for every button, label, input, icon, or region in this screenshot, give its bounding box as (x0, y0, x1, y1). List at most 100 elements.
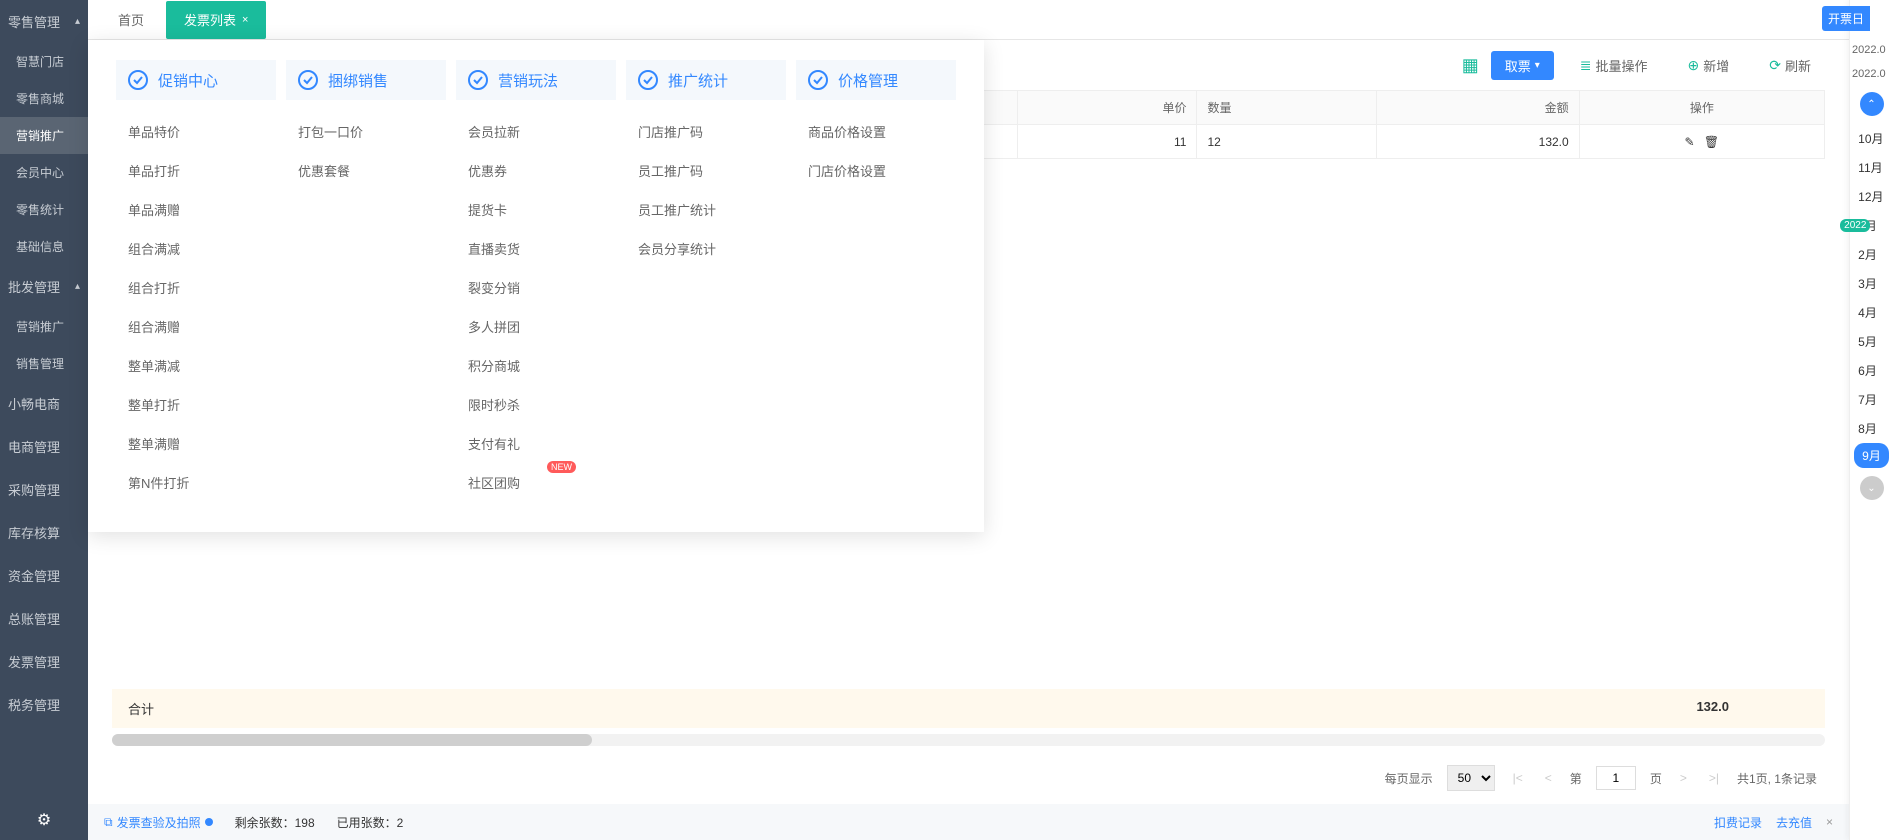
chevron-icon: ▴ (75, 16, 80, 27)
sidebar-group-label: 税务管理 (8, 695, 60, 714)
mega-heading: 价格管理 (796, 60, 956, 100)
deduct-link[interactable]: 扣费记录 (1714, 814, 1762, 831)
mega-item[interactable]: 员工推广统计 (626, 190, 786, 229)
mega-item[interactable]: 商品价格设置 (796, 112, 956, 151)
mega-item[interactable]: 社区团购NEW (456, 463, 616, 502)
mega-item[interactable]: 支付有礼 (456, 424, 616, 463)
sidebar-group[interactable]: 发票管理 (0, 640, 88, 683)
mega-item[interactable]: 打包一口价 (286, 112, 446, 151)
sidebar-group[interactable]: 批发管理▴ (0, 265, 88, 308)
scroll-down-icon[interactable]: ⌄ (1860, 476, 1884, 500)
mega-column: 捆绑销售打包一口价优惠套餐 (286, 60, 446, 502)
mega-item[interactable]: 会员分享统计 (626, 229, 786, 268)
fetch-button[interactable]: 取票 ▾ (1491, 51, 1554, 80)
sidebar-group[interactable]: 库存核算 (0, 511, 88, 554)
mega-item[interactable]: 整单满减 (116, 346, 276, 385)
sidebar-item[interactable]: 销售管理 (0, 345, 88, 382)
mega-item[interactable]: 会员拉新 (456, 112, 616, 151)
mega-column: 推广统计门店推广码员工推广码员工推广统计会员分享统计 (626, 60, 786, 502)
month-item[interactable]: 7月 (1854, 385, 1889, 414)
sidebar-group-label: 总账管理 (8, 609, 60, 628)
refresh-button[interactable]: ⟳ 刷新 (1755, 51, 1825, 80)
close-icon[interactable]: × (242, 14, 248, 26)
sidebar-group-label: 批发管理 (8, 277, 60, 296)
month-item[interactable]: 9月 (1854, 443, 1889, 468)
cell-actions: ✎ 🗑 (1579, 125, 1824, 159)
sidebar-group[interactable]: 零售管理 ▴ (0, 0, 88, 43)
gear-icon[interactable]: ⚙ (37, 812, 51, 829)
sidebar-group[interactable]: 税务管理 (0, 683, 88, 726)
mega-item[interactable]: 组合满赠 (116, 307, 276, 346)
mega-heading: 捆绑销售 (286, 60, 446, 100)
sidebar-item[interactable]: 营销推广 (0, 117, 88, 154)
invoice-check-link[interactable]: ⧉ 发票查验及拍照 (104, 814, 213, 831)
mega-item[interactable]: 组合打折 (116, 268, 276, 307)
month-item[interactable]: 4月 (1854, 298, 1889, 327)
month-item[interactable]: 6月 (1854, 356, 1889, 385)
delete-icon[interactable]: 🗑 (1704, 135, 1719, 149)
rail-date[interactable]: 2022.0 (1850, 40, 1893, 60)
mega-item[interactable]: 单品特价 (116, 112, 276, 151)
total-row: 合计 132.0 (112, 689, 1825, 728)
prev-page-icon[interactable]: < (1541, 771, 1556, 785)
mega-item[interactable]: 优惠套餐 (286, 151, 446, 190)
mega-item[interactable]: 积分商城 (456, 346, 616, 385)
sidebar-group-label: 零售管理 (8, 12, 60, 31)
sidebar: 零售管理▴智慧门店零售商城营销推广会员中心零售统计基础信息批发管理▴营销推广销售… (0, 0, 88, 840)
last-page-icon[interactable]: >| (1705, 771, 1723, 785)
mega-item[interactable]: 多人拼团 (456, 307, 616, 346)
refresh-icon: ⟳ (1769, 57, 1781, 74)
month-item[interactable]: 8月 (1854, 414, 1889, 443)
mega-item[interactable]: 组合满减 (116, 229, 276, 268)
mega-item[interactable]: 整单满赠 (116, 424, 276, 463)
edit-icon[interactable]: ✎ (1685, 135, 1695, 149)
mega-item[interactable]: 第N件打折 (116, 463, 276, 502)
sidebar-item[interactable]: 会员中心 (0, 154, 88, 191)
rail-date[interactable]: 2022.0 (1850, 64, 1893, 84)
sidebar-item[interactable]: 营销推广 (0, 308, 88, 345)
sidebar-group[interactable]: 总账管理 (0, 597, 88, 640)
sidebar-item[interactable]: 零售统计 (0, 191, 88, 228)
page-input[interactable] (1596, 766, 1636, 790)
recharge-link[interactable]: 去充值 (1776, 814, 1812, 831)
mega-item[interactable]: 优惠券 (456, 151, 616, 190)
new-badge: NEW (547, 461, 576, 473)
mega-item[interactable]: 单品打折 (116, 151, 276, 190)
month-item[interactable]: 3月 (1854, 269, 1889, 298)
mega-item[interactable]: 限时秒杀 (456, 385, 616, 424)
first-page-icon[interactable]: |< (1509, 771, 1527, 785)
mega-item[interactable]: 裂变分销 (456, 268, 616, 307)
mega-heading: 促销中心 (116, 60, 276, 100)
horizontal-scrollbar[interactable] (112, 734, 1825, 746)
close-icon[interactable]: × (1826, 815, 1833, 829)
month-item[interactable]: 11月 (1854, 153, 1889, 182)
mega-item[interactable]: 门店价格设置 (796, 151, 956, 190)
mega-item[interactable]: 员工推广码 (626, 151, 786, 190)
mega-item[interactable]: 单品满赠 (116, 190, 276, 229)
tab-invoice-list[interactable]: 发票列表 × (166, 1, 266, 39)
mega-item[interactable]: 提货卡 (456, 190, 616, 229)
sidebar-item[interactable]: 基础信息 (0, 228, 88, 265)
mega-item[interactable]: 门店推广码 (626, 112, 786, 151)
month-item[interactable]: 2月 (1854, 240, 1889, 269)
qr-icon[interactable]: ▦ (1462, 55, 1479, 76)
sidebar-group[interactable]: 资金管理 (0, 554, 88, 597)
sidebar-group[interactable]: 小畅电商 (0, 382, 88, 425)
tab-home[interactable]: 首页 (100, 1, 162, 39)
fetch-label: 取票 (1505, 56, 1531, 75)
next-page-icon[interactable]: > (1676, 771, 1691, 785)
sidebar-item[interactable]: 智慧门店 (0, 43, 88, 80)
sidebar-group[interactable]: 采购管理 (0, 468, 88, 511)
sidebar-group[interactable]: 电商管理 (0, 425, 88, 468)
month-item[interactable]: 10月 (1854, 124, 1889, 153)
mega-item[interactable]: 整单打折 (116, 385, 276, 424)
per-page-select[interactable]: 50 (1447, 765, 1495, 791)
add-button[interactable]: ⊕ 新增 (1674, 51, 1744, 80)
scroll-up-icon[interactable]: ⌃ (1860, 92, 1884, 116)
batch-button[interactable]: ≣ 批量操作 (1566, 51, 1662, 80)
total-label: 合计 (128, 699, 188, 718)
sidebar-item[interactable]: 零售商城 (0, 80, 88, 117)
month-item[interactable]: 12月 (1854, 182, 1889, 211)
mega-item[interactable]: 直播卖货 (456, 229, 616, 268)
month-item[interactable]: 5月 (1854, 327, 1889, 356)
